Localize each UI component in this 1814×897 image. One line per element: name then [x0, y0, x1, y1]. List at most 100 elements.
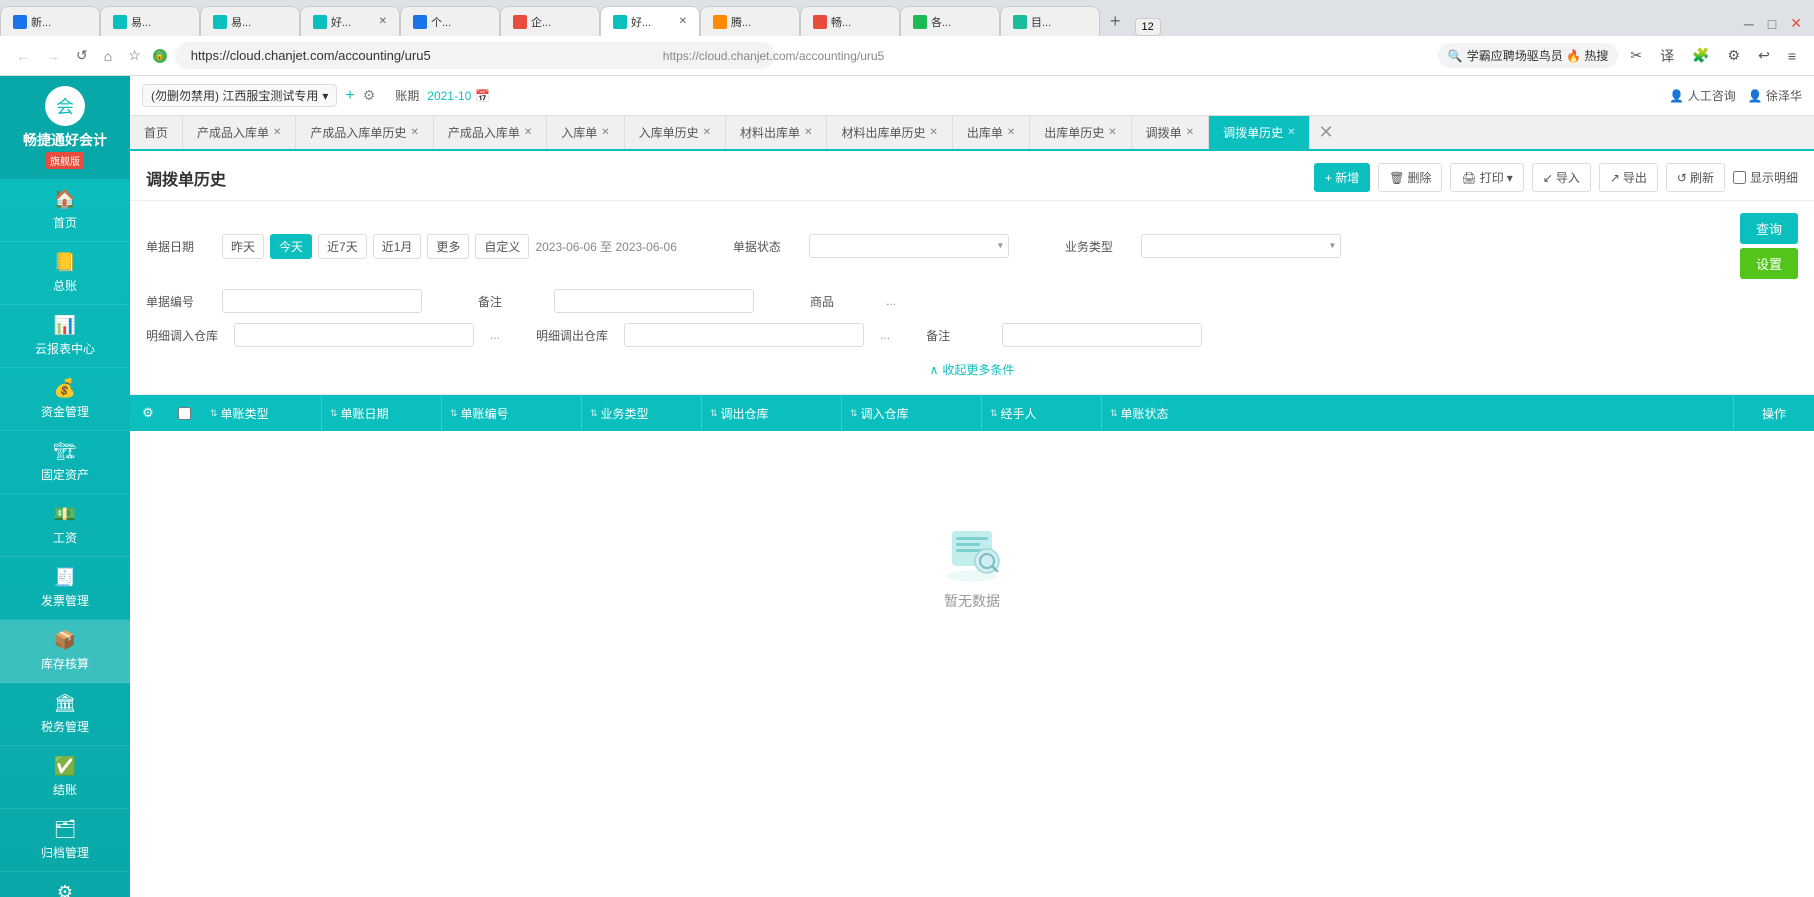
extensions-icon[interactable]: 🧩 — [1686, 43, 1715, 68]
calendar-icon[interactable]: 📅 — [475, 89, 490, 103]
page-tab-home[interactable]: 首页 — [130, 116, 183, 149]
menu-icon[interactable]: ≡ — [1782, 44, 1802, 68]
page-tab-close-2[interactable]: ✕ — [410, 127, 418, 138]
display-toggle[interactable]: 显示明细 — [1733, 169, 1798, 186]
sidebar-item-ledger[interactable]: 📒 总账 — [0, 242, 130, 305]
page-tab-9[interactable]: 出库单历史 ✕ — [1030, 116, 1131, 149]
page-tab-close-9[interactable]: ✕ — [1108, 127, 1116, 138]
col-out-warehouse[interactable]: ⇅ 调出仓库 — [702, 395, 842, 431]
refresh-button[interactable]: ↺ 刷新 — [1666, 163, 1725, 192]
date-btn-yesterday[interactable]: 昨天 — [222, 234, 264, 259]
browser-tab-3[interactable]: 易... — [200, 6, 300, 36]
translate-icon[interactable]: 译 — [1654, 42, 1680, 70]
sidebar-item-inventory[interactable]: 📦 库存核算 — [0, 620, 130, 683]
page-tab-close-3[interactable]: ✕ — [524, 127, 532, 138]
sidebar-item-home[interactable]: 🏠 首页 — [0, 179, 130, 242]
sidebar-item-funds[interactable]: 💰 资金管理 — [0, 368, 130, 431]
browser-tab-4[interactable]: 好... ✕ — [300, 6, 400, 36]
user-avatar[interactable]: 👤 徐泽华 — [1748, 87, 1802, 104]
tab-close-4[interactable]: ✕ — [379, 16, 387, 27]
page-tab-10[interactable]: 调拨单 ✕ — [1132, 116, 1209, 149]
tab-close-7[interactable]: ✕ — [679, 16, 687, 27]
browser-tab-8[interactable]: 腾... — [700, 6, 800, 36]
detail-in-input[interactable] — [234, 323, 474, 347]
table-select-all[interactable] — [166, 407, 202, 420]
query-button[interactable]: 查询 — [1740, 213, 1798, 244]
remark-filter-input[interactable] — [554, 289, 754, 313]
browser-tab-5[interactable]: 个... — [400, 6, 500, 36]
sidebar-item-salary[interactable]: 💵 工资 — [0, 494, 130, 557]
browser-tab-1[interactable]: 新... — [0, 6, 100, 36]
scissors-icon[interactable]: ✂ — [1624, 43, 1648, 68]
col-handler[interactable]: ⇅ 经手人 — [982, 395, 1102, 431]
close-button[interactable]: ✕ — [1786, 11, 1806, 36]
col-biz-type[interactable]: ⇅ 业务类型 — [582, 395, 702, 431]
close-all-tabs-button[interactable]: ✕ — [1310, 122, 1341, 143]
maximize-button[interactable]: □ — [1764, 12, 1780, 36]
page-tab-close-5[interactable]: ✕ — [703, 127, 711, 138]
import-button[interactable]: ↙ 导入 — [1532, 163, 1591, 192]
date-btn-custom[interactable]: 自定义 — [475, 234, 529, 259]
display-toggle-checkbox[interactable] — [1733, 171, 1746, 184]
sidebar-item-assets[interactable]: 🏗 固定资产 — [0, 431, 130, 494]
date-btn-7days[interactable]: 近7天 — [318, 234, 367, 259]
biz-type-filter-select[interactable] — [1141, 234, 1341, 258]
col-doc-date[interactable]: ⇅ 单账日期 — [322, 395, 442, 431]
export-button[interactable]: ↗ 导出 — [1599, 163, 1658, 192]
date-btn-more[interactable]: 更多 — [427, 234, 469, 259]
page-tab-4[interactable]: 入库单 ✕ — [547, 116, 624, 149]
page-tab-8[interactable]: 出库单 ✕ — [953, 116, 1030, 149]
page-tab-close-8[interactable]: ✕ — [1007, 127, 1015, 138]
date-btn-1month[interactable]: 近1月 — [373, 234, 422, 259]
goods-ellipsis[interactable]: ... — [886, 294, 896, 308]
detail-in-ellipsis[interactable]: ... — [490, 328, 500, 342]
doc-num-filter-input[interactable] — [222, 289, 422, 313]
page-tab-close-4[interactable]: ✕ — [601, 127, 609, 138]
page-tab-2[interactable]: 产成品入库单历史 ✕ — [296, 116, 433, 149]
page-tab-7[interactable]: 材料出库单历史 ✕ — [827, 116, 952, 149]
browser-tab-10[interactable]: 各... — [900, 6, 1000, 36]
settings-icon[interactable]: ⚙ — [1722, 43, 1747, 68]
bookmark-button[interactable]: ☆ — [124, 43, 145, 68]
page-tab-close-1[interactable]: ✕ — [273, 127, 281, 138]
collapse-button[interactable]: ∧ 收起更多条件 — [926, 357, 1019, 382]
sidebar-item-reports[interactable]: 📊 云报表中心 — [0, 305, 130, 368]
detail-out-ellipsis[interactable]: ... — [880, 328, 890, 342]
company-selector[interactable]: (勿删勿禁用) 江西服宝测试专用 ▾ — [142, 84, 337, 107]
page-tab-5[interactable]: 入库单历史 ✕ — [625, 116, 726, 149]
col-in-warehouse[interactable]: ⇅ 调入仓库 — [842, 395, 982, 431]
browser-tab-2[interactable]: 易... — [100, 6, 200, 36]
page-tab-close-6[interactable]: ✕ — [804, 127, 812, 138]
sidebar-item-archive[interactable]: 🗂 归档管理 — [0, 809, 130, 872]
table-settings-icon[interactable]: ⚙ — [130, 405, 166, 421]
page-tab-close-7[interactable]: ✕ — [929, 127, 937, 138]
page-tab-close-11[interactable]: ✕ — [1287, 127, 1295, 138]
reload-button[interactable]: ↺ — [72, 43, 92, 68]
new-tab-button[interactable]: + — [1100, 6, 1131, 36]
company-settings-icon[interactable]: ⚙ — [363, 87, 376, 104]
detail-out-input[interactable] — [624, 323, 864, 347]
home-button[interactable]: ⌂ — [100, 44, 116, 68]
sidebar-item-settings[interactable]: ⚙ 基础设置 — [0, 872, 130, 897]
col-doc-type[interactable]: ⇅ 单账类型 — [202, 395, 322, 431]
delete-button[interactable]: 🗑 删除 — [1378, 163, 1442, 192]
minimize-button[interactable]: ─ — [1740, 12, 1758, 36]
col-doc-num[interactable]: ⇅ 单账编号 — [442, 395, 582, 431]
page-tab-3[interactable]: 产成品入库单 ✕ — [434, 116, 547, 149]
filter-settings-button[interactable]: 设置 — [1740, 248, 1798, 279]
browser-tab-6[interactable]: 企... — [500, 6, 600, 36]
undo-icon[interactable]: ↩ — [1752, 43, 1776, 68]
forward-button[interactable]: → — [42, 44, 64, 68]
date-btn-today[interactable]: 今天 — [270, 234, 312, 259]
select-all-checkbox[interactable] — [178, 407, 191, 420]
new-button[interactable]: + 新增 — [1314, 163, 1370, 192]
page-tab-1[interactable]: 产成品入库单 ✕ — [183, 116, 296, 149]
sidebar-item-invoice[interactable]: 🧾 发票管理 — [0, 557, 130, 620]
sidebar-item-close[interactable]: ✅ 结账 — [0, 746, 130, 809]
print-button[interactable]: 🖨 打印 ▾ — [1450, 163, 1523, 192]
page-tab-6[interactable]: 材料出库单 ✕ — [726, 116, 827, 149]
sidebar-item-tax[interactable]: 🏛 税务管理 — [0, 683, 130, 746]
browser-tab-9[interactable]: 畅... — [800, 6, 900, 36]
browser-tab-7[interactable]: 好... ✕ — [600, 6, 700, 36]
browser-tab-11[interactable]: 目... — [1000, 6, 1100, 36]
